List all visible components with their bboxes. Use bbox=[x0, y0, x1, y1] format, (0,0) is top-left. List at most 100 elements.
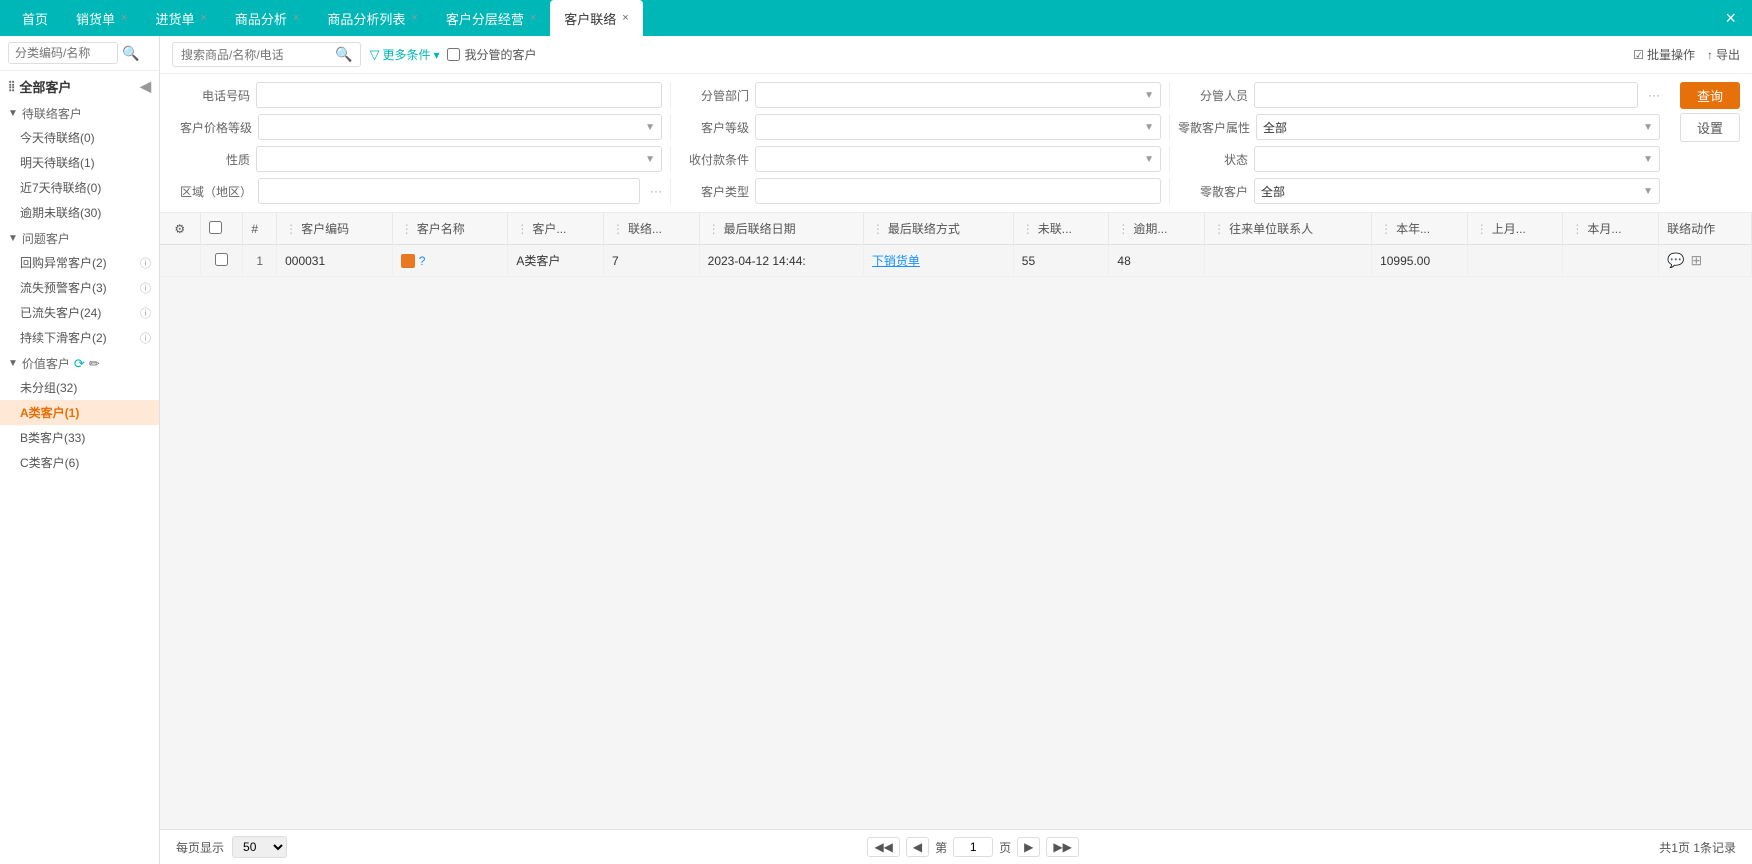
nav-item-purchase[interactable]: 进货单 × bbox=[141, 0, 220, 36]
refresh-icon[interactable]: ⟳ bbox=[74, 356, 85, 372]
name-text[interactable]: ? bbox=[419, 254, 426, 268]
sidebar-item-b-class[interactable]: B类客户(33) bbox=[0, 425, 159, 450]
phone-input[interactable] bbox=[256, 82, 662, 108]
prev-page-button[interactable]: ◀ bbox=[906, 837, 929, 857]
search-input[interactable] bbox=[181, 48, 331, 62]
customer-grade-select[interactable]: ▼ bbox=[755, 114, 1161, 140]
page-size-select[interactable]: 50 20 100 200 bbox=[232, 836, 287, 858]
close-analysis-icon[interactable]: × bbox=[293, 12, 299, 24]
nav-item-customer-segment[interactable]: 客户分层经营 × bbox=[432, 0, 550, 36]
sidebar-group-value[interactable]: ▼ 价值客户 ⟳ ✏ bbox=[0, 350, 159, 375]
th-last-month[interactable]: 上月... bbox=[1467, 213, 1563, 245]
sidebar-item-today[interactable]: 今天待联络(0) bbox=[0, 125, 159, 150]
nav-item-home[interactable]: 首页 bbox=[8, 0, 62, 36]
sidebar-group-pending[interactable]: ▼ 待联络客户 bbox=[0, 100, 159, 125]
region-more-btn[interactable]: ··· bbox=[646, 184, 662, 198]
customer-type-input[interactable] bbox=[755, 178, 1161, 204]
toolbar-right: ☑ 批量操作 ↑ 导出 bbox=[1633, 46, 1740, 63]
sidebar-search-input[interactable] bbox=[8, 42, 118, 64]
settings-button[interactable]: 设置 bbox=[1680, 113, 1740, 142]
th-overdue[interactable]: 逾期... bbox=[1109, 213, 1205, 245]
nav-item-analysis[interactable]: 商品分析 × bbox=[221, 0, 313, 36]
manager-more-btn[interactable]: ··· bbox=[1644, 88, 1660, 102]
th-name[interactable]: 客户名称 bbox=[392, 213, 508, 245]
th-contact[interactable]: 联络... bbox=[604, 213, 700, 245]
filter-cell-nature: 性质 ▼ bbox=[172, 146, 671, 172]
page-input[interactable] bbox=[953, 837, 993, 857]
close-segment-icon[interactable]: × bbox=[530, 12, 536, 24]
row-contact: 7 bbox=[604, 245, 700, 277]
close-purchase-icon[interactable]: × bbox=[200, 12, 206, 24]
payment-select[interactable]: ▼ bbox=[755, 146, 1161, 172]
sidebar-item-churn-warning[interactable]: 流失预警客户(3) ⓘ bbox=[0, 275, 159, 300]
filter-cell-customer-type: 客户类型 bbox=[671, 178, 1170, 204]
th-last-contact-date[interactable]: 最后联络日期 bbox=[699, 213, 863, 245]
th-category[interactable]: 客户... bbox=[508, 213, 604, 245]
search-icon-main[interactable]: 🔍 bbox=[335, 46, 352, 63]
status-select[interactable]: ▼ bbox=[1254, 146, 1660, 172]
manager-input[interactable] bbox=[1254, 82, 1638, 108]
region-input[interactable] bbox=[258, 178, 640, 204]
sidebar-item-overdue[interactable]: 逾期未联络(30) bbox=[0, 200, 159, 225]
info-icon: ⓘ bbox=[140, 255, 151, 271]
contact-method-link[interactable]: 下销货单 bbox=[872, 254, 920, 268]
sidebar-item-tomorrow[interactable]: 明天待联络(1) bbox=[0, 150, 159, 175]
nav-item-customer-contact[interactable]: 客户联络 × bbox=[550, 0, 642, 36]
row-last-contact-date: 2023-04-12 14:44: bbox=[699, 245, 863, 277]
close-contact-icon[interactable]: × bbox=[622, 12, 628, 24]
sidebar-item-7days[interactable]: 近7天待联络(0) bbox=[0, 175, 159, 200]
dept-label: 分管部门 bbox=[679, 87, 749, 104]
grid-action-icon[interactable]: ⊞ bbox=[1691, 252, 1703, 269]
customer-table: ⚙ # 客户编码 客户名称 客户... 联络... 最后联络日期 最后联络方式 … bbox=[160, 213, 1752, 277]
batch-button[interactable]: ☑ 批量操作 bbox=[1633, 46, 1695, 63]
select-all-checkbox[interactable] bbox=[209, 221, 222, 234]
filter-cell-customer-grade: 客户等级 ▼ bbox=[671, 114, 1170, 140]
sidebar-search-icon[interactable]: 🔍 bbox=[122, 45, 139, 62]
sidebar-item-c-class[interactable]: C类客户(6) bbox=[0, 450, 159, 475]
row-checkbox-cell bbox=[200, 245, 243, 277]
my-customers-checkbox[interactable] bbox=[447, 48, 460, 61]
main-layout: 🔍 ⣿ 全部客户 ◀ ▼ 待联络客户 今天待联络(0) 明天待联络(1) 近7天… bbox=[0, 36, 1752, 864]
my-customers-check[interactable]: 我分管的客户 bbox=[447, 46, 536, 63]
export-button[interactable]: ↑ 导出 bbox=[1707, 46, 1740, 63]
close-sales-icon[interactable]: × bbox=[121, 12, 127, 24]
nav-item-sales[interactable]: 销货单 × bbox=[62, 0, 141, 36]
sidebar-item-churned[interactable]: 已流失客户(24) ⓘ bbox=[0, 300, 159, 325]
customer-type-label: 客户类型 bbox=[679, 183, 749, 200]
sidebar-all-customers[interactable]: ⣿ 全部客户 ◀ bbox=[0, 71, 159, 100]
retail-select[interactable]: 全部 ▼ bbox=[1254, 178, 1660, 204]
close-all-tabs-button[interactable]: × bbox=[1717, 8, 1744, 29]
retail-attr-select[interactable]: 全部 ▼ bbox=[1256, 114, 1660, 140]
first-page-button[interactable]: ◀◀ bbox=[867, 837, 899, 857]
sidebar-item-a-class[interactable]: A类客户(1) bbox=[0, 400, 159, 425]
th-gear[interactable]: ⚙ bbox=[160, 213, 200, 245]
nav-item-analysis-list[interactable]: 商品分析列表 × bbox=[313, 0, 431, 36]
filter-button[interactable]: ▽ 更多条件 ▾ bbox=[369, 46, 439, 63]
dept-select[interactable]: ▼ bbox=[755, 82, 1161, 108]
filter-cell-retail: 零散客户 全部 ▼ bbox=[1170, 178, 1668, 204]
phone-label: 电话号码 bbox=[180, 87, 250, 104]
th-last-contact-method[interactable]: 最后联络方式 bbox=[863, 213, 1013, 245]
nature-select[interactable]: ▼ bbox=[256, 146, 662, 172]
query-button[interactable]: 查询 bbox=[1680, 82, 1740, 109]
filter-cell-manager: 分管人员 ··· bbox=[1170, 82, 1668, 108]
price-grade-select[interactable]: ▼ bbox=[258, 114, 662, 140]
th-previous-contact[interactable]: 往来单位联系人 bbox=[1205, 213, 1372, 245]
next-page-button[interactable]: ▶ bbox=[1017, 837, 1040, 857]
export-icon: ↑ bbox=[1707, 48, 1713, 62]
sidebar-search-area: 🔍 bbox=[0, 36, 159, 71]
sidebar-item-declining[interactable]: 持续下滑客户(2) ⓘ bbox=[0, 325, 159, 350]
th-not-contacted[interactable]: 未联... bbox=[1013, 213, 1109, 245]
sidebar-group-problem[interactable]: ▼ 问题客户 bbox=[0, 225, 159, 250]
sidebar-item-ungrouped[interactable]: 未分组(32) bbox=[0, 375, 159, 400]
th-this-month[interactable]: 本月... bbox=[1563, 213, 1659, 245]
close-analysis-list-icon[interactable]: × bbox=[411, 12, 417, 24]
chat-icon[interactable]: 💬 bbox=[1667, 252, 1684, 269]
sidebar-item-repurchase-abnormal[interactable]: 回购异常客户(2) ⓘ bbox=[0, 250, 159, 275]
last-page-button[interactable]: ▶▶ bbox=[1046, 837, 1078, 857]
edit-icon[interactable]: ✏ bbox=[89, 356, 100, 372]
th-this-year[interactable]: 本年... bbox=[1372, 213, 1468, 245]
collapse-icon[interactable]: ◀ bbox=[140, 78, 151, 95]
row-checkbox[interactable] bbox=[215, 253, 228, 266]
th-code[interactable]: 客户编码 bbox=[277, 213, 393, 245]
